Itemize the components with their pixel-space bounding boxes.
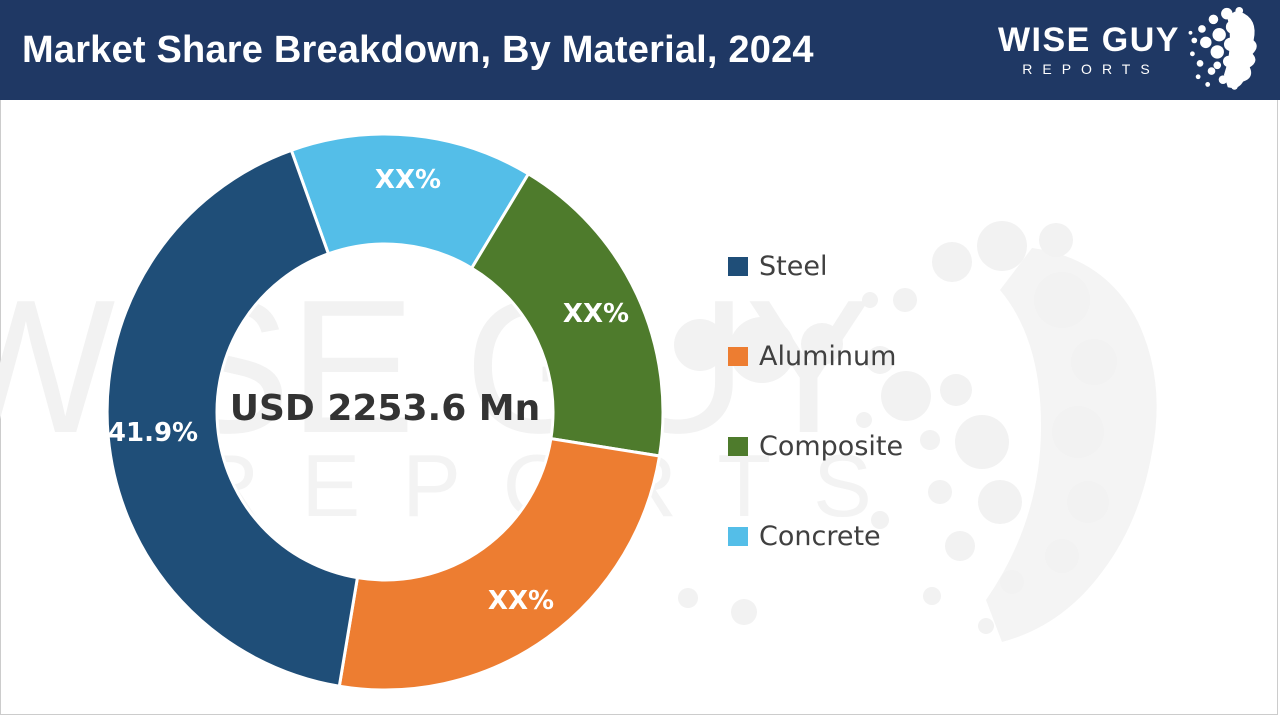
legend-swatch-steel <box>728 256 748 276</box>
logo-subtext: REPORTS <box>1022 61 1160 78</box>
legend-label-aluminum: Aluminum <box>759 340 897 372</box>
legend-label-composite: Composite <box>759 430 904 462</box>
legend: Steel Aluminum Composite Concrete <box>728 252 903 612</box>
logo-wordmark: WISE GUY <box>997 20 1180 59</box>
legend-item-composite: Composite <box>728 432 903 460</box>
legend-item-aluminum: Aluminum <box>728 342 903 370</box>
legend-swatch-composite <box>728 436 748 456</box>
segment-label-composite: XX% <box>563 299 629 329</box>
legend-label-steel: Steel <box>759 250 828 282</box>
page-title: Market Share Breakdown, By Material, 202… <box>22 28 814 71</box>
donut-segment-aluminum <box>337 437 661 692</box>
donut-center-value: USD 2253.6 Mn <box>229 388 541 429</box>
legend-item-steel: Steel <box>728 252 903 280</box>
legend-label-concrete: Concrete <box>759 520 881 552</box>
legend-swatch-aluminum <box>728 346 748 366</box>
segment-label-concrete: XX% <box>375 165 441 195</box>
header-bar: Market Share Breakdown, By Material, 202… <box>0 0 1280 100</box>
legend-swatch-concrete <box>728 526 748 546</box>
legend-item-concrete: Concrete <box>728 522 903 550</box>
segment-label-aluminum: XX% <box>488 586 554 616</box>
logo-face-icon <box>1188 6 1257 90</box>
brand-logo: WISE GUY REPORTS <box>998 6 1262 94</box>
infographic-page: WISE GUY REPORTS XX%XX%XX%41.9% USD 2253… <box>0 0 1280 720</box>
donut-chart: XX%XX%XX%41.9% <box>105 132 665 692</box>
